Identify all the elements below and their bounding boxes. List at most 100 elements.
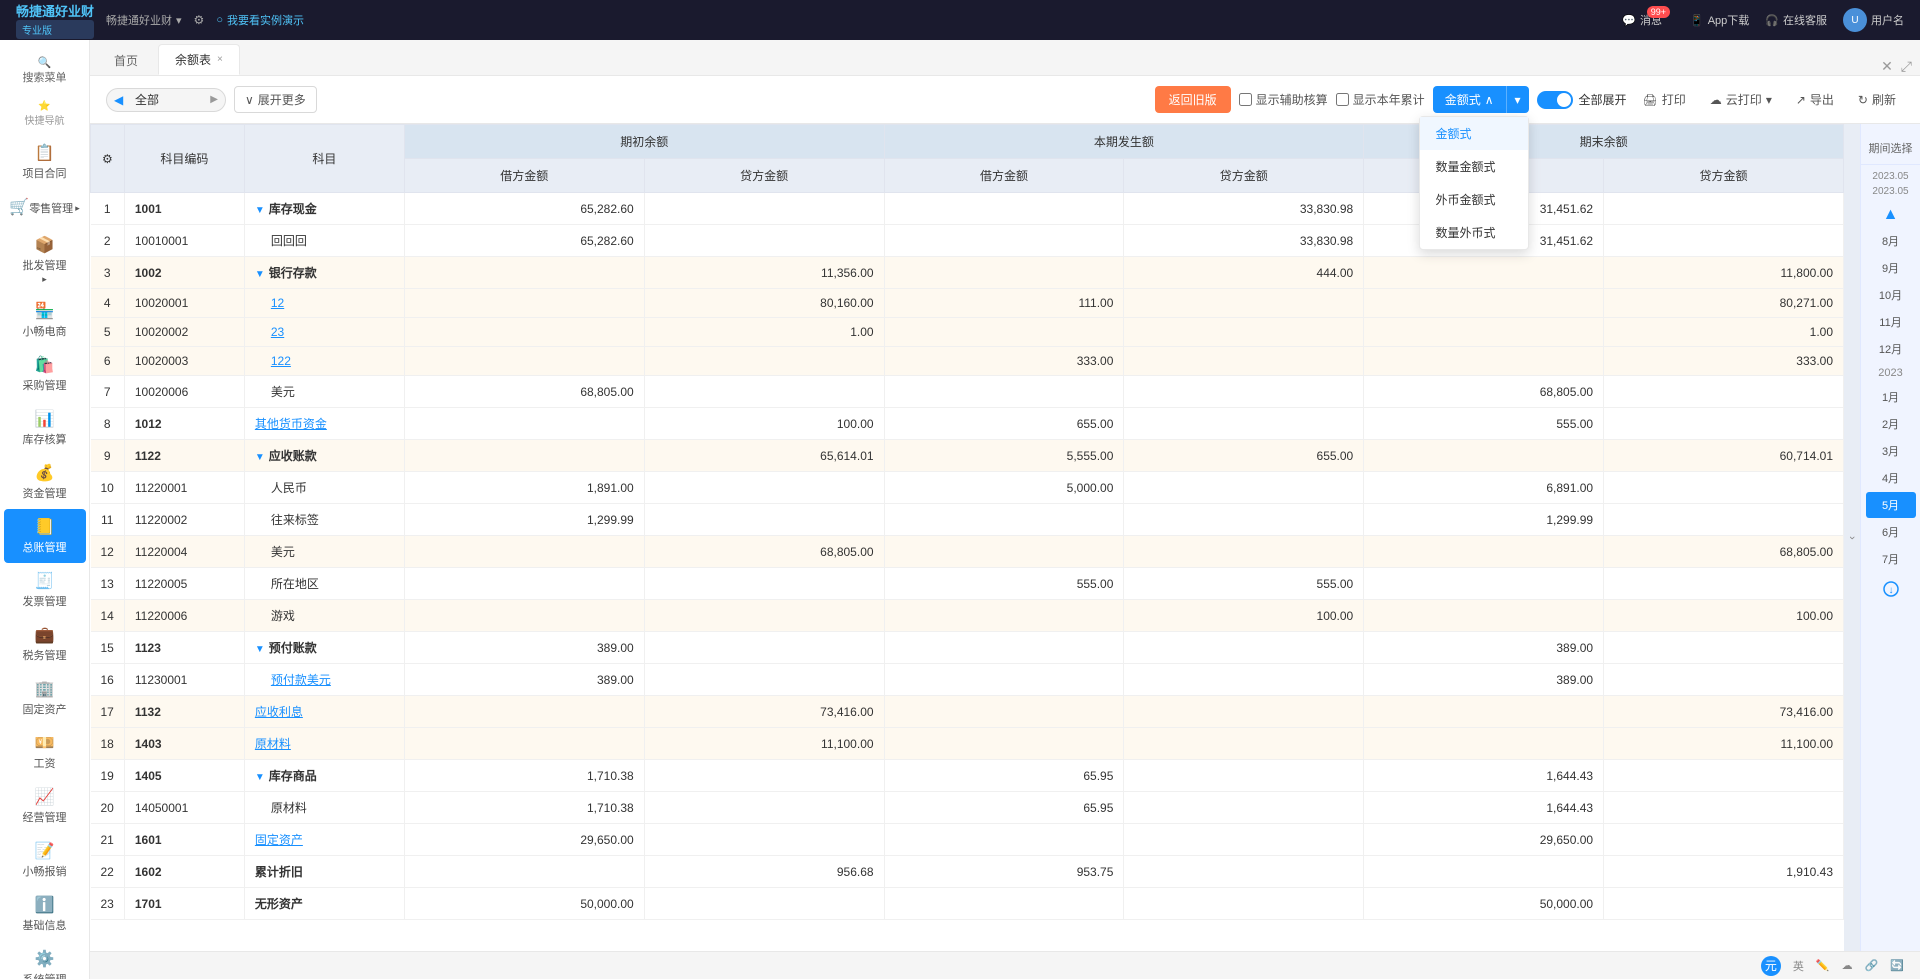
expand-row-icon[interactable]: ▼ [255, 269, 265, 280]
sidebar-item-quick-nav[interactable]: ⭐ 快捷导航 [4, 93, 86, 135]
settings-icon[interactable]: ⚙ [194, 13, 205, 27]
ob-credit: 1.00 [644, 318, 884, 347]
sidebar-item-inventory[interactable]: 📊 库存核算 [4, 401, 86, 455]
period-month-item[interactable]: 5月 [1866, 492, 1916, 518]
period-month-item[interactable]: 8月 [1866, 228, 1916, 254]
col-settings-header[interactable]: ⚙ [91, 125, 125, 193]
dropdown-item-foreign-amount[interactable]: 外币金额式 [1420, 183, 1528, 216]
period-month-item[interactable]: 10月 [1866, 282, 1916, 308]
sidebar-item-operations[interactable]: 📈 经营管理 [4, 779, 86, 833]
lang-label[interactable]: 英 [1793, 958, 1804, 974]
expand-row-icon[interactable]: ▼ [255, 644, 265, 655]
cloud-icon[interactable]: ☁ [1842, 959, 1853, 972]
ob-credit [644, 376, 884, 408]
table-main[interactable]: ⚙ 科目编码 科目 期初余额 本期发生额 期末余额 借方金额 贷方金额 借方金额… [90, 124, 1844, 951]
amount-style-arrow-button[interactable]: ▾ [1506, 86, 1529, 113]
period-nav-down[interactable]: ↓ [1879, 577, 1903, 601]
period-nav-up[interactable]: ▲ [1879, 203, 1903, 227]
account-link[interactable]: 应收利息 [255, 705, 303, 719]
sidebar-item-system[interactable]: ⚙️ 系统管理 [4, 941, 86, 979]
expand-all-toggle[interactable]: 全部展开 [1537, 91, 1627, 109]
period-month-item[interactable]: 9月 [1866, 255, 1916, 281]
sidebar-item-wholesale[interactable]: 📦 批发管理 ▸ [4, 227, 86, 293]
toggle-switch[interactable] [1537, 91, 1573, 109]
row-index: 22 [91, 856, 125, 888]
cloud2-icon[interactable]: 🔗 [1865, 959, 1879, 972]
expand-more-button[interactable]: ∨ 展开更多 [234, 86, 317, 113]
tab-bar-expand-icon[interactable]: ⤢ [1901, 58, 1912, 75]
table-row: 7 10020006 美元 68,805.00 68,805.00 [91, 376, 1844, 408]
sidebar-item-basic-info[interactable]: ℹ️ 基础信息 [4, 887, 86, 941]
online-service-button[interactable]: 🎧 在线客服 [1765, 12, 1827, 28]
app-download-button[interactable]: 📱 App下载 [1690, 12, 1749, 28]
sidebar-item-capital[interactable]: 💰 资金管理 [4, 455, 86, 509]
dropdown-item-amount[interactable]: 金额式 [1420, 117, 1528, 150]
auxiliary-checkbox-input[interactable] [1239, 93, 1252, 106]
print-button[interactable]: 🖨 打印 [1635, 87, 1694, 112]
search-menu-button[interactable]: 🔍 搜索菜单 [23, 48, 67, 93]
amount-style-button[interactable]: 金额式 ∧ [1433, 86, 1506, 113]
show-auxiliary-checkbox[interactable]: 显示辅助核算 [1239, 91, 1328, 108]
sync-icon[interactable]: 🔄 [1890, 959, 1904, 972]
edit-icon[interactable]: ✏️ [1816, 959, 1830, 972]
account-link[interactable]: 其他货币资金 [255, 417, 327, 431]
app-selector-dropdown[interactable]: 畅捷通好业财 ▾ [106, 12, 182, 28]
user-avatar[interactable]: U 用户名 [1843, 8, 1904, 32]
row-index: 10 [91, 472, 125, 504]
period-month-item[interactable]: 11月 [1866, 309, 1916, 335]
period-month-item[interactable]: 12月 [1866, 336, 1916, 362]
sidebar-item-project[interactable]: 📋 项目合同 [4, 135, 86, 189]
tab-balance[interactable]: 余额表 × [158, 44, 240, 75]
account-link[interactable]: 固定资产 [255, 833, 303, 847]
sidebar-item-retail[interactable]: 🛒 零售管理 ▸ [4, 189, 86, 227]
ytd-checkbox-input[interactable] [1336, 93, 1349, 106]
account-link[interactable]: 23 [271, 325, 284, 339]
return-old-version-button[interactable]: 返回旧版 [1155, 86, 1231, 113]
account-link[interactable]: 12 [271, 296, 284, 310]
ob-debit: 389.00 [404, 632, 644, 664]
chevron-right-icon2: ▸ [42, 274, 47, 284]
period-month-item[interactable]: 6月 [1866, 519, 1916, 545]
tab-home[interactable]: 首页 [98, 46, 154, 75]
cloud-print-button[interactable]: ☁ 云打印 ▾ [1702, 87, 1780, 112]
demo-link[interactable]: ○ 我要看实例演示 [216, 12, 304, 28]
period-month-item[interactable]: 2月 [1866, 411, 1916, 437]
sidebar-item-purchase[interactable]: 🛍️ 采购管理 [4, 347, 86, 401]
message-button[interactable]: 💬 消息 99+ [1622, 12, 1662, 28]
table-row: 21 1601 固定资产 29,650.00 29,650.00 [91, 824, 1844, 856]
sidebar-item-ledger[interactable]: 📒 总账管理 [4, 509, 86, 563]
sidebar-item-invoice[interactable]: 🧾 发票管理 [4, 563, 86, 617]
account-name: 所在地区 [244, 568, 404, 600]
refresh-button[interactable]: ↻ 刷新 [1850, 87, 1904, 112]
period-month-item[interactable]: 3月 [1866, 438, 1916, 464]
table-row: 8 1012 其他货币资金 100.00 655.00 555.00 [91, 408, 1844, 440]
account-link[interactable]: 122 [271, 354, 291, 368]
filter-input[interactable] [106, 88, 226, 112]
cb-credit [1604, 225, 1844, 257]
wholesale-icon: 📦 [8, 235, 82, 255]
expand-row-icon[interactable]: ▼ [255, 772, 265, 783]
account-name: 应收利息 [244, 696, 404, 728]
export-button[interactable]: ↗ 导出 [1788, 87, 1842, 112]
show-ytd-checkbox[interactable]: 显示本年累计 [1336, 91, 1425, 108]
period-month-item[interactable]: 7月 [1866, 546, 1916, 572]
dropdown-item-qty-foreign[interactable]: 数量外币式 [1420, 216, 1528, 249]
sidebar-item-payroll[interactable]: 💴 工资 [4, 725, 86, 779]
account-link[interactable]: 预付款美元 [271, 673, 331, 687]
dropdown-item-qty-amount[interactable]: 数量金额式 [1420, 150, 1528, 183]
tab-close-icon[interactable]: × [217, 54, 223, 65]
period-month-item[interactable]: 1月 [1866, 384, 1916, 410]
account-link[interactable]: 原材料 [255, 737, 291, 751]
ob-credit: 11,356.00 [644, 257, 884, 289]
tab-bar-close-icon[interactable]: ✕ [1881, 58, 1893, 75]
collapse-panel[interactable]: › [1844, 124, 1860, 951]
sidebar-item-expense[interactable]: 📝 小畅报销 [4, 833, 86, 887]
sidebar-item-assets[interactable]: 🏢 固定资产 [4, 671, 86, 725]
expand-row-icon[interactable]: ▼ [255, 205, 265, 216]
expand-row-icon[interactable]: ▼ [255, 452, 265, 463]
period-month-item[interactable]: 4月 [1866, 465, 1916, 491]
sidebar-item-tax[interactable]: 💼 税务管理 [4, 617, 86, 671]
sidebar-item-ecommerce[interactable]: 🏪 小畅电商 [4, 293, 86, 347]
period-year-item[interactable]: 2023 [1866, 363, 1916, 383]
currency-icon[interactable]: 元 [1761, 956, 1781, 976]
